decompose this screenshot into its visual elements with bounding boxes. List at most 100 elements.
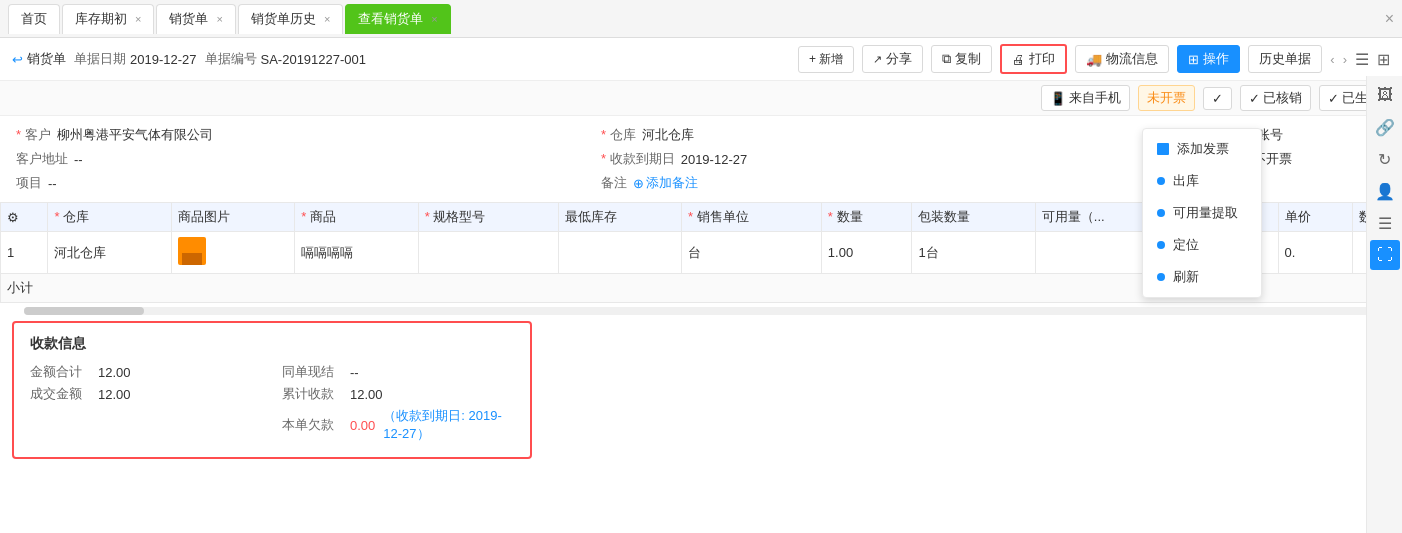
payment-left: 金额合计 12.00 成交金额 12.00 — [30, 361, 262, 445]
cancelled-button[interactable]: ✓ 已核销 — [1240, 85, 1311, 111]
tab-view-sales[interactable]: 查看销货单 × — [345, 4, 450, 34]
add-invoice-icon — [1157, 143, 1169, 155]
cell-img — [171, 232, 294, 274]
tab-sales-close[interactable]: × — [216, 13, 222, 25]
copy-button[interactable]: ⧉ 复制 — [931, 45, 992, 73]
payment-title: 收款信息 — [30, 335, 514, 353]
tab-bar: 首页 库存期初 × 销货单 × 销货单历史 × 查看销货单 × × — [0, 0, 1402, 38]
sidebar-icon-image[interactable]: 🖼 — [1370, 80, 1400, 110]
cell-unit: 台 — [681, 232, 821, 274]
cell-spec — [418, 232, 558, 274]
sidebar-icon-expand[interactable]: ⛶ — [1370, 240, 1400, 270]
confirm-icon: ✓ — [1212, 91, 1223, 106]
address-label: 客户地址 — [16, 150, 68, 168]
cell-price: 0. — [1278, 232, 1352, 274]
deal-label: 成交金额 — [30, 385, 90, 403]
tab-sales-history-close[interactable]: × — [324, 13, 330, 25]
tab-sales-history[interactable]: 销货单历史 × — [238, 4, 343, 34]
check-icon: ✓ — [1249, 91, 1260, 106]
location-icon — [1157, 241, 1165, 249]
tab-view-sales-close[interactable]: × — [431, 13, 437, 25]
product-thumbnail — [178, 237, 206, 265]
doc-no-field: 单据编号 SA-20191227-001 — [205, 50, 367, 68]
date-label: 单据日期 — [74, 50, 126, 68]
share-icon: ↗ — [873, 53, 882, 66]
avail-extract-label: 可用量提取 — [1173, 204, 1238, 222]
deal-value: 12.00 — [98, 387, 131, 402]
avail-extract-icon — [1157, 209, 1165, 217]
nav-next-icon[interactable]: › — [1343, 52, 1347, 67]
refresh-label: 刷新 — [1173, 268, 1199, 286]
warehouse-field: 仓库 河北仓库 — [601, 126, 801, 144]
tab-home-label: 首页 — [21, 10, 47, 28]
print-button[interactable]: 🖨 打印 — [1000, 44, 1067, 74]
menu-add-invoice[interactable]: 添加发票 — [1143, 133, 1261, 165]
operations-label: 操作 — [1203, 50, 1229, 68]
h-scroll-track[interactable] — [24, 307, 1378, 315]
th-pkg-qty: 包装数量 — [912, 203, 1035, 232]
add-note-button[interactable]: ⊕ 添加备注 — [633, 174, 698, 192]
tab-sales-history-label: 销货单历史 — [251, 10, 316, 28]
tab-inventory-close[interactable]: × — [135, 13, 141, 25]
menu-out-warehouse[interactable]: 出库 — [1143, 165, 1261, 197]
same-settle-value: -- — [350, 365, 359, 380]
view-icon-list[interactable]: ☰ — [1355, 50, 1369, 69]
tab-sales-label: 销货单 — [169, 10, 208, 28]
share-button[interactable]: ↗ 分享 — [862, 45, 923, 73]
due-date-value: 2019-12-27 — [681, 152, 748, 167]
project-value: -- — [48, 176, 57, 191]
close-window-button[interactable]: × — [1385, 10, 1394, 28]
new-button[interactable]: + 新增 — [798, 46, 854, 73]
amount-label: 金额合计 — [30, 363, 90, 381]
customer-field: 客户 柳州粤港平安气体有限公司 — [16, 126, 216, 144]
cancelled-label: 已核销 — [1263, 89, 1302, 107]
menu-location[interactable]: 定位 — [1143, 229, 1261, 261]
sub-toolbar: 📱 来自手机 未开票 ✓ ✓ 已核销 ✓ 已生效 — [0, 81, 1402, 116]
nav-prev-icon[interactable]: ‹ — [1330, 52, 1334, 67]
history-button[interactable]: 历史单据 — [1248, 45, 1322, 73]
project-field: 项目 -- — [16, 174, 216, 192]
note-field: 备注 ⊕ 添加备注 — [601, 174, 801, 192]
share-label: 分享 — [886, 50, 912, 68]
sidebar-icon-refresh[interactable]: ↻ — [1370, 144, 1400, 174]
balance-note: （收款到期日: 2019-12-27） — [383, 407, 514, 443]
amount-row: 金额合计 12.00 — [30, 361, 262, 383]
operations-button[interactable]: ⊞ 操作 — [1177, 45, 1240, 73]
cell-qty: 1.00 — [821, 232, 912, 274]
cell-pkg-qty: 1台 — [912, 232, 1035, 274]
tab-view-sales-label: 查看销货单 — [358, 10, 423, 28]
logistics-icon: 🚚 — [1086, 52, 1102, 67]
total-received-row: 累计收款 12.00 — [282, 383, 514, 405]
menu-avail-extract[interactable]: 可用量提取 — [1143, 197, 1261, 229]
sidebar-icon-menu[interactable]: ☰ — [1370, 208, 1400, 238]
h-scroll-thumb[interactable] — [24, 307, 144, 315]
h-scrollbar[interactable] — [12, 307, 1390, 315]
main-content: ↩ 销货单 单据日期 2019-12-27 单据编号 SA-20191227-0… — [0, 38, 1402, 533]
address-value: -- — [74, 152, 83, 167]
print-label: 打印 — [1029, 50, 1055, 68]
doc-date-field: 单据日期 2019-12-27 — [74, 50, 197, 68]
logistics-button[interactable]: 🚚 物流信息 — [1075, 45, 1169, 73]
tab-sales[interactable]: 销货单 × — [156, 4, 235, 34]
sidebar-icon-user[interactable]: 👤 — [1370, 176, 1400, 206]
tab-home[interactable]: 首页 — [8, 4, 60, 34]
out-warehouse-icon — [1157, 177, 1165, 185]
confirm-button[interactable]: ✓ — [1203, 87, 1232, 110]
balance-value: 0.00 — [350, 418, 375, 433]
th-product: * 商品 — [295, 203, 418, 232]
cell-min-stock — [558, 232, 681, 274]
th-price: 单价 — [1278, 203, 1352, 232]
sidebar-icon-link[interactable]: 🔗 — [1370, 112, 1400, 142]
tab-inventory[interactable]: 库存期初 × — [62, 4, 154, 34]
add-invoice-label: 添加发票 — [1177, 140, 1229, 158]
th-spec: * 规格型号 — [418, 203, 558, 232]
th-settings[interactable]: ⚙ — [1, 203, 48, 232]
not-open-button[interactable]: 未开票 — [1138, 85, 1195, 111]
note-label: 备注 — [601, 174, 627, 192]
no-label: 单据编号 — [205, 50, 257, 68]
view-icon-grid[interactable]: ⊞ — [1377, 50, 1390, 69]
customer-value: 柳州粤港平安气体有限公司 — [57, 126, 213, 144]
doc-icon-symbol: ↩ — [12, 52, 23, 67]
menu-refresh[interactable]: 刷新 — [1143, 261, 1261, 293]
from-phone-button[interactable]: 📱 来自手机 — [1041, 85, 1130, 111]
